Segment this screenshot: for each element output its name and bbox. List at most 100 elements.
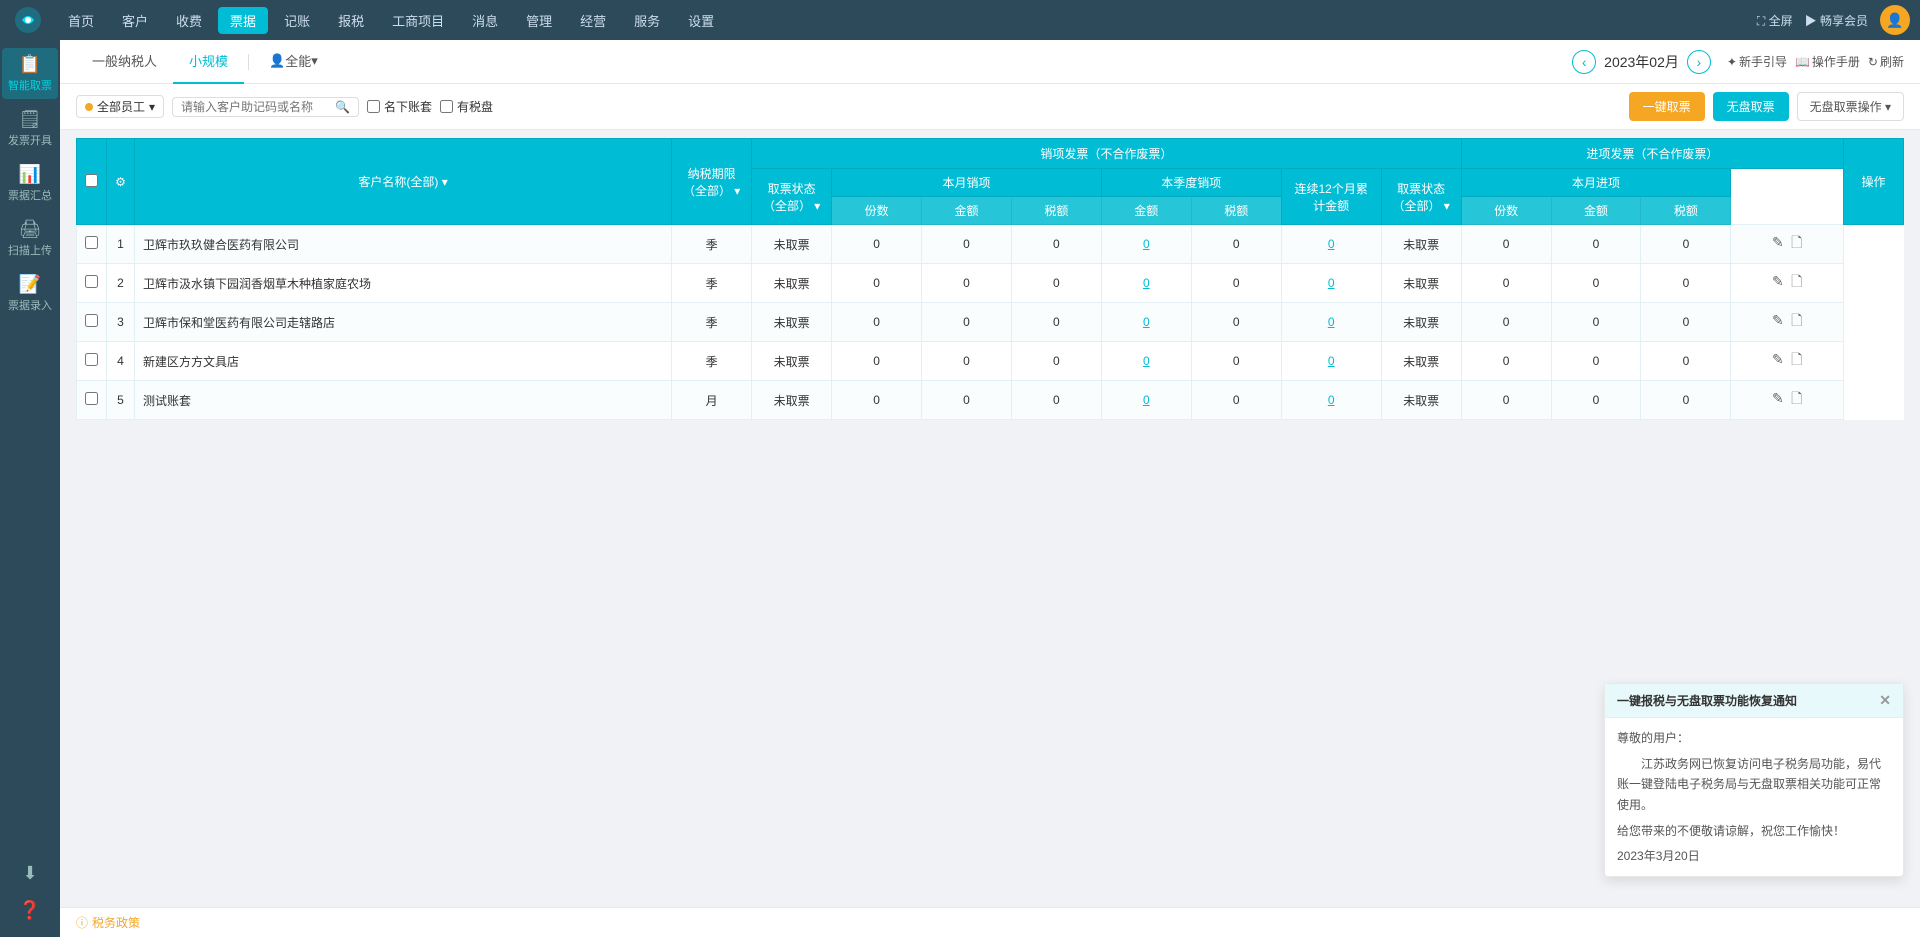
sidebar-item-invoice-summary[interactable]: 📊 票据汇总: [2, 158, 58, 209]
row-sales-month-count: 0: [832, 264, 922, 303]
row-sales-quarter-amount[interactable]: 0: [1101, 264, 1191, 303]
th-sales-group: 销项发票（不合作废票）: [752, 139, 1462, 169]
th-operation: 操作: [1844, 139, 1904, 225]
footer-bar: ⓘ 税务政策: [60, 907, 1920, 937]
nav-service[interactable]: 服务: [622, 7, 672, 34]
row-num: 5: [107, 381, 135, 420]
nav-invoice[interactable]: 票据: [218, 7, 268, 34]
edit-action-icon[interactable]: ✎: [1772, 390, 1784, 406]
row-cumulative[interactable]: 0: [1281, 264, 1381, 303]
sidebar-help[interactable]: ❓: [2, 894, 58, 927]
row-tax-period: 季: [672, 264, 752, 303]
notification-date: 2023年3月20日: [1617, 846, 1891, 866]
top-action-buttons: ✦ 新手引导 📖 操作手册 ↻ 刷新: [1727, 53, 1904, 70]
edit-action-icon[interactable]: ✎: [1772, 351, 1784, 367]
row-actions: ✎ 🗋: [1731, 342, 1844, 381]
row-cumulative[interactable]: 0: [1281, 303, 1381, 342]
tax-policy-link[interactable]: 税务政策: [92, 914, 140, 931]
row-cumulative[interactable]: 0: [1281, 225, 1381, 264]
row-sales-month-tax: 0: [1011, 303, 1101, 342]
row-purchase-month-tax: 0: [1641, 264, 1731, 303]
tab-divider: [248, 54, 249, 70]
row-num: 1: [107, 225, 135, 264]
row-cumulative[interactable]: 0: [1281, 381, 1381, 420]
table-group-header-row: ⚙ 客户名称(全部) ▾ 纳税期限（全部） ▾ 销项发票（不合作废票） 进项发票…: [77, 139, 1904, 169]
sidebar-item-invoice-input[interactable]: 📝 票据录入: [2, 268, 58, 319]
row-sales-quarter-amount[interactable]: 0: [1101, 342, 1191, 381]
row-sales-quarter-amount[interactable]: 0: [1101, 381, 1191, 420]
nav-home[interactable]: 首页: [56, 7, 106, 34]
one-click-ticket-btn[interactable]: 一键取票: [1629, 92, 1705, 121]
row-cumulative[interactable]: 0: [1281, 342, 1381, 381]
nav-tax[interactable]: 报税: [326, 7, 376, 34]
sidebar-download[interactable]: ⬇: [2, 857, 58, 890]
row-purchase-month-count: 0: [1461, 342, 1551, 381]
nav-operation[interactable]: 经营: [568, 7, 618, 34]
period-prev-btn[interactable]: ‹: [1572, 50, 1596, 74]
manual-btn[interactable]: 📖 操作手册: [1795, 53, 1860, 70]
view-action-icon[interactable]: 🗋: [1791, 351, 1802, 367]
tab-small-scale[interactable]: 小规模: [173, 40, 244, 84]
nav-manage[interactable]: 管理: [514, 7, 564, 34]
notification-close-btn[interactable]: ✕: [1879, 692, 1891, 709]
table-row: 3 卫辉市保和堂医药有限公司走辖路店 季 未取票 0 0 0 0 0 0 未取票…: [77, 303, 1904, 342]
view-action-icon[interactable]: 🗋: [1791, 234, 1802, 250]
nav-fee[interactable]: 收费: [164, 7, 214, 34]
th-sales-month-amount: 金额: [922, 197, 1012, 225]
view-action-icon[interactable]: 🗋: [1791, 312, 1802, 328]
search-input[interactable]: [181, 100, 331, 114]
row-checkbox[interactable]: [77, 225, 107, 264]
row-sales-quarter-amount[interactable]: 0: [1101, 303, 1191, 342]
sidebar-item-smart-ticket[interactable]: 📋 智能取票: [2, 48, 58, 99]
notification-content: 江苏政务网已恢复访问电子税务局功能，易代账一键登陆电子税务局与无盘取票相关功能可…: [1617, 754, 1891, 815]
row-sales-quarter-amount[interactable]: 0: [1101, 225, 1191, 264]
row-purchase-month-tax: 0: [1641, 342, 1731, 381]
tax-disk-checkbox[interactable]: 有税盘: [440, 98, 493, 115]
row-sales-month-amount: 0: [922, 303, 1012, 342]
refresh-btn[interactable]: ↻ 刷新: [1868, 53, 1904, 70]
edit-action-icon[interactable]: ✎: [1772, 312, 1784, 328]
row-checkbox[interactable]: [77, 264, 107, 303]
tax-disk-checkbox-input[interactable]: [440, 100, 453, 113]
user-avatar[interactable]: 👤: [1880, 5, 1910, 35]
employee-select[interactable]: 全部员工 ▾: [76, 95, 164, 118]
row-checkbox[interactable]: [77, 381, 107, 420]
sidebar-bottom: ⬇ ❓: [2, 857, 58, 937]
vip-btn[interactable]: ▶ 畅享会员: [1805, 12, 1868, 29]
edit-action-icon[interactable]: ✎: [1772, 234, 1784, 250]
sidebar-item-scan-upload[interactable]: 🖨 扫描上传: [2, 213, 58, 264]
period-next-btn[interactable]: ›: [1687, 50, 1711, 74]
row-sales-month-count: 0: [832, 225, 922, 264]
nav-business[interactable]: 工商项目: [380, 7, 456, 34]
row-sales-status: 未取票: [752, 342, 832, 381]
fullscreen-btn[interactable]: ⛶ 全屏: [1757, 12, 1793, 29]
view-action-icon[interactable]: 🗋: [1791, 390, 1802, 406]
nav-message[interactable]: 消息: [460, 7, 510, 34]
row-sales-quarter-tax: 0: [1191, 225, 1281, 264]
row-checkbox[interactable]: [77, 342, 107, 381]
nav-settings[interactable]: 设置: [676, 7, 726, 34]
no-disk-ticket-ops-btn[interactable]: 无盘取票操作 ▾: [1797, 92, 1904, 121]
edit-action-icon[interactable]: ✎: [1772, 273, 1784, 289]
app-logo[interactable]: [10, 2, 46, 38]
row-sales-month-count: 0: [832, 303, 922, 342]
row-sales-quarter-tax: 0: [1191, 381, 1281, 420]
tab-general-taxpayer[interactable]: 一般纳税人: [76, 40, 173, 84]
row-tax-period: 季: [672, 225, 752, 264]
no-disk-ticket-btn[interactable]: 无盘取票: [1713, 92, 1789, 121]
select-all-checkbox[interactable]: [85, 174, 98, 187]
smart-ticket-icon: 📋: [19, 54, 41, 75]
subordinate-accounts-checkbox[interactable]: 名下账套: [367, 98, 432, 115]
sidebar-item-invoice-open[interactable]: 🗒 发票开具: [2, 103, 58, 154]
view-action-icon[interactable]: 🗋: [1791, 273, 1802, 289]
tab-all[interactable]: 👤 全能 ▾: [253, 40, 334, 84]
th-cumulative: 连续12个月累计金额: [1281, 169, 1381, 225]
new-guide-btn[interactable]: ✦ 新手引导: [1727, 53, 1787, 70]
row-checkbox[interactable]: [77, 303, 107, 342]
row-tax-period: 季: [672, 342, 752, 381]
th-settings: ⚙: [107, 139, 135, 225]
search-icon[interactable]: 🔍: [335, 100, 350, 114]
nav-client[interactable]: 客户: [110, 7, 160, 34]
nav-bookkeeping[interactable]: 记账: [272, 7, 322, 34]
subordinate-checkbox-input[interactable]: [367, 100, 380, 113]
